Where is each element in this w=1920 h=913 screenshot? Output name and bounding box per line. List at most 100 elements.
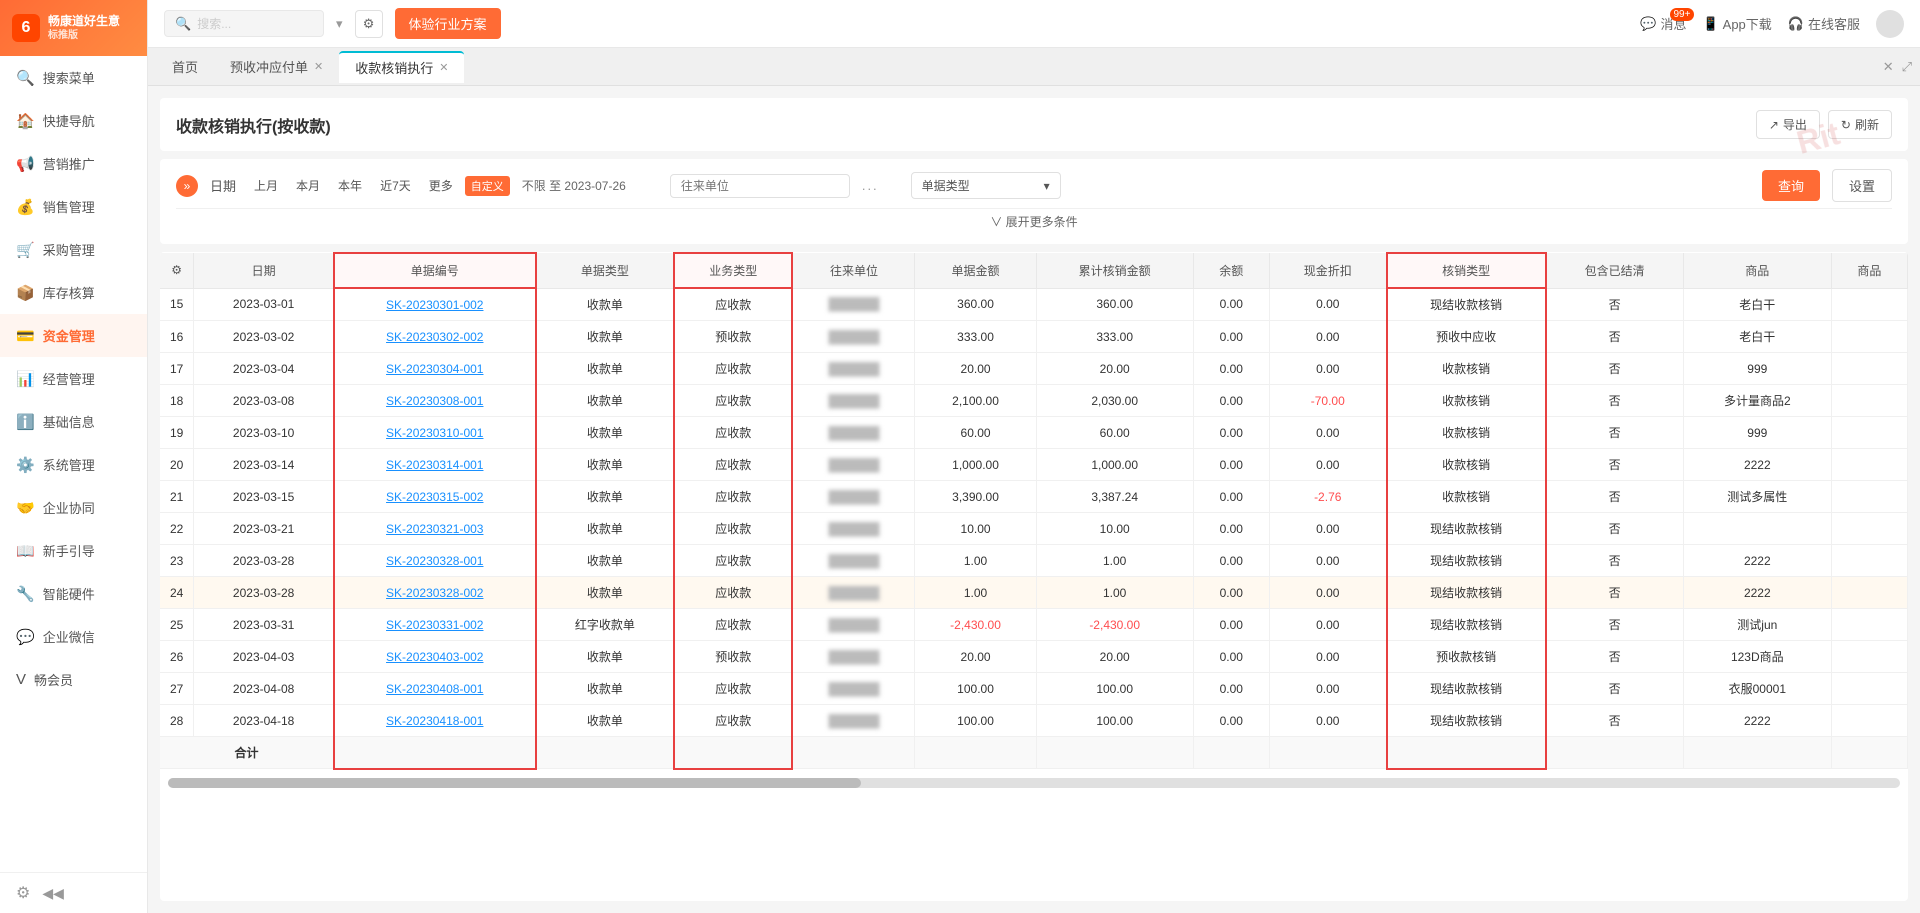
th-write-off-type[interactable]: 核销类型: [1387, 253, 1546, 288]
date-filter-label: 日期: [210, 176, 236, 195]
tab-收款核销执行[interactable]: 收款核销执行✕: [339, 51, 464, 83]
cell-bill-type: 收款单: [536, 321, 675, 353]
online-support-button[interactable]: 🎧 在线客服: [1788, 14, 1860, 33]
refresh-button[interactable]: ↻ 刷新: [1828, 110, 1892, 139]
cell-code[interactable]: SK-20230301-002: [334, 288, 536, 321]
bill-type-select[interactable]: 单据类型 ▾: [911, 172, 1061, 199]
cell-code[interactable]: SK-20230328-001: [334, 545, 536, 577]
cell-code[interactable]: SK-20230302-002: [334, 321, 536, 353]
sidebar-item-销售管理[interactable]: 💰销售管理: [0, 185, 147, 228]
messages-button[interactable]: 💬 消息 99+: [1640, 14, 1686, 33]
cell-code[interactable]: SK-20230314-001: [334, 449, 536, 481]
sidebar-item-新手引导[interactable]: 📖新手引导: [0, 529, 147, 572]
th-date[interactable]: 日期: [194, 253, 334, 288]
sidebar-item-经营管理[interactable]: 📊经营管理: [0, 357, 147, 400]
th-discount[interactable]: 现金折扣: [1269, 253, 1386, 288]
last-month-btn[interactable]: 上月: [248, 175, 284, 196]
cell-code[interactable]: SK-20230321-003: [334, 513, 536, 545]
sidebar-item-畅会员[interactable]: V畅会员: [0, 658, 147, 701]
tab-close-icon[interactable]: ✕: [314, 60, 323, 73]
more-date-btn[interactable]: 更多: [423, 175, 459, 196]
settings-col-icon[interactable]: ⚙: [171, 263, 182, 277]
table-row[interactable]: 20 2023-03-14 SK-20230314-001 收款单 应收款 ██…: [160, 449, 1908, 481]
sidebar-item-基础信息[interactable]: ℹ️基础信息: [0, 400, 147, 443]
gear-button[interactable]: ⚙: [355, 10, 383, 38]
table-row[interactable]: 24 2023-03-28 SK-20230328-002 收款单 应收款 ██…: [160, 577, 1908, 609]
collapse-icon[interactable]: ◀◀: [42, 885, 64, 902]
close-all-icon[interactable]: ✕: [1883, 59, 1894, 75]
cell-code[interactable]: SK-20230408-001: [334, 673, 536, 705]
table-row[interactable]: 19 2023-03-10 SK-20230310-001 收款单 应收款 ██…: [160, 417, 1908, 449]
th-biz-type[interactable]: 业务类型: [674, 253, 792, 288]
cell-date: 2023-03-10: [194, 417, 334, 449]
dropdown-arrow[interactable]: ▾: [336, 16, 343, 32]
th-partner[interactable]: 往来单位: [792, 253, 915, 288]
sidebar-item-企业协同[interactable]: 🤝企业协同: [0, 486, 147, 529]
table-row[interactable]: 16 2023-03-02 SK-20230302-002 收款单 预收款 ██…: [160, 321, 1908, 353]
maximize-icon[interactable]: ⤢: [1902, 59, 1912, 75]
th-balance[interactable]: 余额: [1193, 253, 1269, 288]
table-row[interactable]: 21 2023-03-15 SK-20230315-002 收款单 应收款 ██…: [160, 481, 1908, 513]
table-row[interactable]: 18 2023-03-08 SK-20230308-001 收款单 应收款 ██…: [160, 385, 1908, 417]
cell-code[interactable]: SK-20230304-001: [334, 353, 536, 385]
table-settings-button[interactable]: 设置: [1832, 169, 1892, 202]
sidebar-item-采购管理[interactable]: 🛒采购管理: [0, 228, 147, 271]
table-row[interactable]: 27 2023-04-08 SK-20230408-001 收款单 应收款 ██…: [160, 673, 1908, 705]
table-row[interactable]: 17 2023-03-04 SK-20230304-001 收款单 应收款 ██…: [160, 353, 1908, 385]
app-download-button[interactable]: 📱 App下载: [1702, 14, 1771, 33]
th-bill-type[interactable]: 单据类型: [536, 253, 675, 288]
tab-预收冲应付单[interactable]: 预收冲应付单✕: [214, 51, 339, 83]
sidebar-item-企业微信[interactable]: 💬企业微信: [0, 615, 147, 658]
table-row[interactable]: 23 2023-03-28 SK-20230328-001 收款单 应收款 ██…: [160, 545, 1908, 577]
tab-close-icon[interactable]: ✕: [439, 61, 448, 74]
th-code[interactable]: 单据编号: [334, 253, 536, 288]
table-row[interactable]: 22 2023-03-21 SK-20230321-003 收款单 应收款 ██…: [160, 513, 1908, 545]
settings-icon[interactable]: ⚙: [16, 883, 30, 903]
cell-balance: 0.00: [1193, 288, 1269, 321]
cell-product1: 2222: [1683, 705, 1831, 737]
this-month-btn[interactable]: 本月: [290, 175, 326, 196]
expand-filter-button[interactable]: »: [176, 175, 198, 197]
cell-code[interactable]: SK-20230310-001: [334, 417, 536, 449]
query-button[interactable]: 查询: [1762, 170, 1820, 201]
cell-code[interactable]: SK-20230315-002: [334, 481, 536, 513]
table-row[interactable]: 25 2023-03-31 SK-20230331-002 红字收款单 应收款 …: [160, 609, 1908, 641]
cell-code[interactable]: SK-20230418-001: [334, 705, 536, 737]
sidebar-item-系统管理[interactable]: ⚙️系统管理: [0, 443, 147, 486]
th-amount[interactable]: 单据金额: [915, 253, 1036, 288]
th-included[interactable]: 包含已结清: [1546, 253, 1684, 288]
th-product2[interactable]: 商品: [1831, 253, 1907, 288]
table-row[interactable]: 26 2023-04-03 SK-20230403-002 收款单 预收款 ██…: [160, 641, 1908, 673]
partner-filter-input[interactable]: [670, 174, 850, 198]
user-avatar[interactable]: [1876, 10, 1904, 38]
horizontal-scrollbar[interactable]: [168, 778, 1900, 788]
custom-date-btn[interactable]: 自定义: [465, 176, 510, 196]
cell-code[interactable]: SK-20230403-002: [334, 641, 536, 673]
cell-write-off: 预收中应收: [1387, 321, 1546, 353]
sidebar-item-搜索菜单[interactable]: 🔍搜索菜单: [0, 56, 147, 99]
sidebar-item-label: 企业协同: [43, 498, 95, 517]
export-button[interactable]: ↗ 导出: [1756, 110, 1820, 139]
this-year-btn[interactable]: 本年: [332, 175, 368, 196]
tab-首页[interactable]: 首页: [156, 51, 214, 83]
table-row[interactable]: 28 2023-04-18 SK-20230418-001 收款单 应收款 ██…: [160, 705, 1908, 737]
topbar-search[interactable]: 🔍 搜索...: [164, 10, 324, 37]
sidebar-item-快捷导航[interactable]: 🏠快捷导航: [0, 99, 147, 142]
cell-code[interactable]: SK-20230328-002: [334, 577, 536, 609]
expand-conditions-btn[interactable]: ∨ 展开更多条件: [176, 208, 1892, 234]
th-product1[interactable]: 商品: [1683, 253, 1831, 288]
sidebar-item-智能硬件[interactable]: 🔧智能硬件: [0, 572, 147, 615]
cell-product2: [1831, 641, 1907, 673]
cell-code[interactable]: SK-20230331-002: [334, 609, 536, 641]
sidebar-item-库存核算[interactable]: 📦库存核算: [0, 271, 147, 314]
last-7days-btn[interactable]: 近7天: [374, 175, 417, 196]
th-accum[interactable]: 累计核销金额: [1036, 253, 1193, 288]
solution-button[interactable]: 体验行业方案: [395, 8, 501, 39]
scrollbar-thumb[interactable]: [168, 778, 861, 788]
cell-code[interactable]: SK-20230308-001: [334, 385, 536, 417]
th-index[interactable]: ⚙: [160, 253, 194, 288]
sidebar-item-资金管理[interactable]: 💳资金管理: [0, 314, 147, 357]
sidebar-item-营销推广[interactable]: 📢营销推广: [0, 142, 147, 185]
table-row[interactable]: 15 2023-03-01 SK-20230301-002 收款单 应收款 ██…: [160, 288, 1908, 321]
cell-biz-type: 应收款: [674, 481, 792, 513]
